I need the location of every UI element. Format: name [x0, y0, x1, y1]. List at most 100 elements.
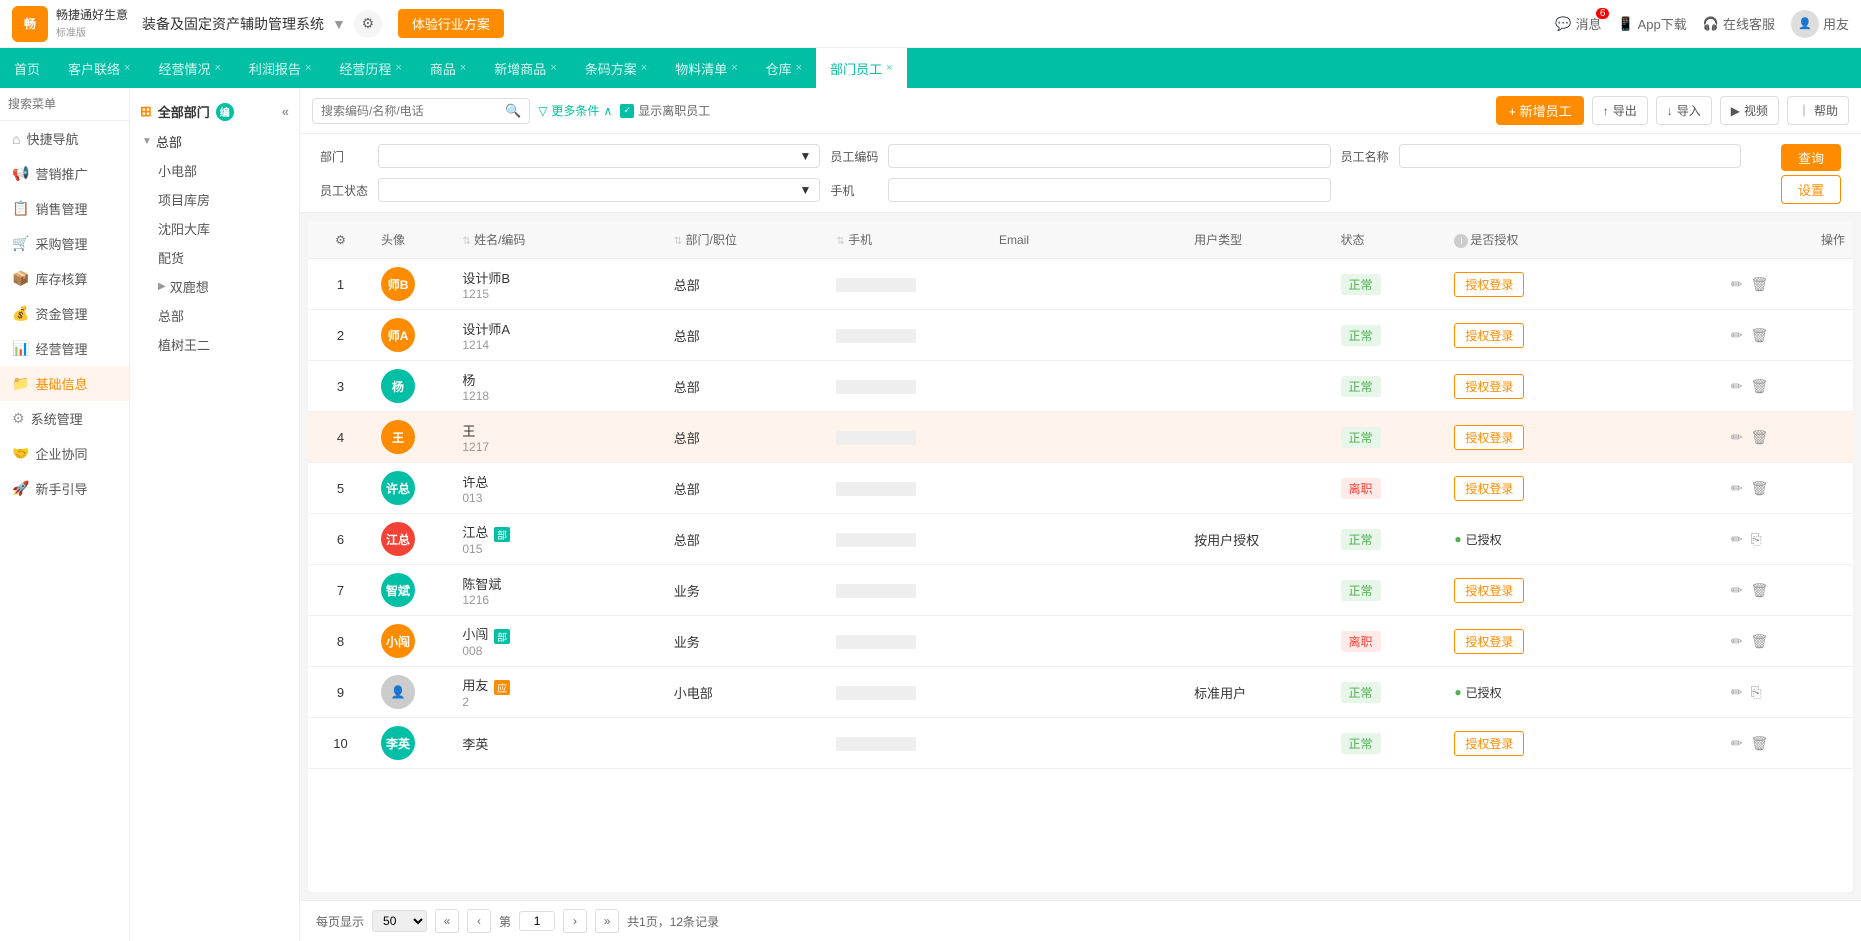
- delete-icon[interactable]: 🗑: [1751, 735, 1769, 752]
- export-button[interactable]: ↑ 导出: [1592, 96, 1648, 125]
- edit-dept-button[interactable]: 编: [216, 103, 234, 121]
- sidebar-item-inventory[interactable]: 📦 库存核算: [0, 261, 129, 296]
- sidebar-item-guide[interactable]: 🚀 新手引导: [0, 471, 129, 506]
- edit-icon[interactable]: ✏: [1731, 429, 1743, 446]
- close-icon[interactable]: ×: [796, 62, 802, 74]
- empname-filter-input[interactable]: [1399, 144, 1741, 168]
- page-size-select[interactable]: 50 100 200: [372, 910, 427, 932]
- sidebar-item-collab[interactable]: 🤝 企业协同: [0, 436, 129, 471]
- auth-button[interactable]: 授权登录: [1454, 374, 1524, 399]
- copy-icon[interactable]: ⎘: [1751, 531, 1762, 548]
- app-download-button[interactable]: 📱 App下载: [1617, 14, 1686, 33]
- tab-home[interactable]: 首页: [0, 48, 54, 88]
- search-input[interactable]: [321, 104, 501, 118]
- delete-icon[interactable]: 🗑: [1751, 480, 1769, 497]
- sidebar-item-sales[interactable]: 📋 销售管理: [0, 191, 129, 226]
- close-icon[interactable]: ×: [395, 62, 401, 74]
- delete-icon[interactable]: 🗑: [1751, 633, 1769, 650]
- tab-warehouse[interactable]: 仓库 ×: [752, 48, 816, 88]
- help-button[interactable]: ｜ 帮助: [1787, 96, 1849, 125]
- edit-icon[interactable]: ✏: [1731, 327, 1743, 344]
- close-icon[interactable]: ×: [214, 62, 220, 74]
- tab-profit[interactable]: 利润报告 ×: [235, 48, 325, 88]
- dept-select[interactable]: ▼: [378, 144, 820, 168]
- status-select[interactable]: ▼: [378, 178, 820, 202]
- tab-barcode[interactable]: 条码方案 ×: [571, 48, 661, 88]
- sidebar-item-marketing[interactable]: 📢 营销推广: [0, 156, 129, 191]
- last-page-button[interactable]: »: [595, 909, 619, 933]
- page-number-input[interactable]: [519, 911, 555, 931]
- dept-item-shuanglu[interactable]: ▶双鹿想: [130, 272, 299, 301]
- next-page-button[interactable]: ›: [563, 909, 587, 933]
- tab-goods[interactable]: 商品 ×: [416, 48, 480, 88]
- auth-button[interactable]: 授权登录: [1454, 629, 1524, 654]
- first-page-button[interactable]: «: [435, 909, 459, 933]
- delete-icon[interactable]: 🗑: [1751, 276, 1769, 293]
- edit-icon[interactable]: ✏: [1731, 378, 1743, 395]
- tab-customer[interactable]: 客户联络 ×: [54, 48, 144, 88]
- more-conditions-button[interactable]: ▽ 更多条件 ∧: [538, 102, 612, 119]
- edit-icon[interactable]: ✏: [1731, 276, 1743, 293]
- dept-item-xiaodian[interactable]: 小电部: [130, 156, 299, 185]
- dept-item-zongbu2[interactable]: 总部: [130, 301, 299, 330]
- auth-button[interactable]: 授权登录: [1454, 272, 1524, 297]
- dept-item-zhishu[interactable]: 植树王二: [130, 330, 299, 359]
- trial-button[interactable]: 体验行业方案: [398, 9, 504, 38]
- close-icon[interactable]: ×: [886, 62, 892, 74]
- sidebar-item-finance[interactable]: 💰 资金管理: [0, 296, 129, 331]
- dept-item-shenyang[interactable]: 沈阳大库: [130, 214, 299, 243]
- edit-icon[interactable]: ✏: [1731, 531, 1743, 548]
- close-icon[interactable]: ×: [641, 62, 647, 74]
- edit-icon[interactable]: ✏: [1731, 684, 1743, 701]
- gear-icon[interactable]: ⚙: [335, 233, 346, 247]
- dept-group-zongbu[interactable]: ▼ 总部: [130, 127, 299, 156]
- sidebar-item-basic[interactable]: 📁 基础信息: [0, 366, 129, 401]
- query-button[interactable]: 查询: [1781, 144, 1841, 171]
- delete-icon[interactable]: 🗑: [1751, 327, 1769, 344]
- edit-icon[interactable]: ✏: [1731, 582, 1743, 599]
- add-employee-button[interactable]: + 新增员工: [1496, 96, 1583, 125]
- user-info-button[interactable]: 👤 用友: [1791, 10, 1849, 38]
- auth-button[interactable]: 授权登录: [1454, 476, 1524, 501]
- auth-button[interactable]: 授权登录: [1454, 425, 1524, 450]
- auth-button[interactable]: 授权登录: [1454, 323, 1524, 348]
- message-button[interactable]: 💬 消息 6: [1555, 14, 1601, 33]
- tab-department-staff[interactable]: 部门员工 ×: [816, 48, 906, 88]
- online-service-button[interactable]: 🎧 在线客服: [1703, 14, 1775, 33]
- sidebar-item-business[interactable]: 📊 经营管理: [0, 331, 129, 366]
- phone-filter-input[interactable]: [888, 178, 1330, 202]
- dept-item-xiangmu[interactable]: 项目库房: [130, 185, 299, 214]
- delete-icon[interactable]: 🗑: [1751, 378, 1769, 395]
- settings-button[interactable]: ⚙: [354, 10, 382, 38]
- tab-operation[interactable]: 经营情况 ×: [144, 48, 234, 88]
- prev-page-button[interactable]: ‹: [467, 909, 491, 933]
- sidebar-item-purchase[interactable]: 🛒 采购管理: [0, 226, 129, 261]
- view-button[interactable]: ▶ 视频: [1720, 96, 1779, 125]
- auth-button[interactable]: 授权登录: [1454, 731, 1524, 756]
- tab-bom[interactable]: 物料清单 ×: [661, 48, 751, 88]
- edit-icon[interactable]: ✏: [1731, 480, 1743, 497]
- tab-add-goods[interactable]: 新增商品 ×: [480, 48, 570, 88]
- empcode-filter-input[interactable]: [888, 144, 1330, 168]
- sidebar-search-input[interactable]: [8, 97, 130, 111]
- delete-icon[interactable]: 🗑: [1751, 429, 1769, 446]
- set-button[interactable]: 设置: [1781, 175, 1841, 204]
- close-icon[interactable]: ×: [124, 62, 130, 74]
- close-icon[interactable]: ×: [305, 62, 311, 74]
- delete-icon[interactable]: 🗑: [1751, 582, 1769, 599]
- close-icon[interactable]: ×: [460, 62, 466, 74]
- tab-history[interactable]: 经营历程 ×: [325, 48, 415, 88]
- auth-button[interactable]: 授权登录: [1454, 578, 1524, 603]
- show-resign-checkbox[interactable]: [620, 104, 634, 118]
- sidebar-item-shortcut[interactable]: ⌂ 快捷导航: [0, 121, 129, 156]
- collapse-dept-button[interactable]: «: [282, 104, 289, 119]
- dropdown-arrow-icon[interactable]: ▼: [332, 16, 346, 32]
- sidebar-item-system[interactable]: ⚙ 系统管理: [0, 401, 129, 436]
- edit-icon[interactable]: ✏: [1731, 633, 1743, 650]
- info-icon[interactable]: i: [1454, 234, 1468, 248]
- dept-item-peihuo[interactable]: 配货: [130, 243, 299, 272]
- close-icon[interactable]: ×: [731, 62, 737, 74]
- import-button[interactable]: ↓ 导入: [1656, 96, 1712, 125]
- copy-icon[interactable]: ⎘: [1751, 684, 1762, 701]
- edit-icon[interactable]: ✏: [1731, 735, 1743, 752]
